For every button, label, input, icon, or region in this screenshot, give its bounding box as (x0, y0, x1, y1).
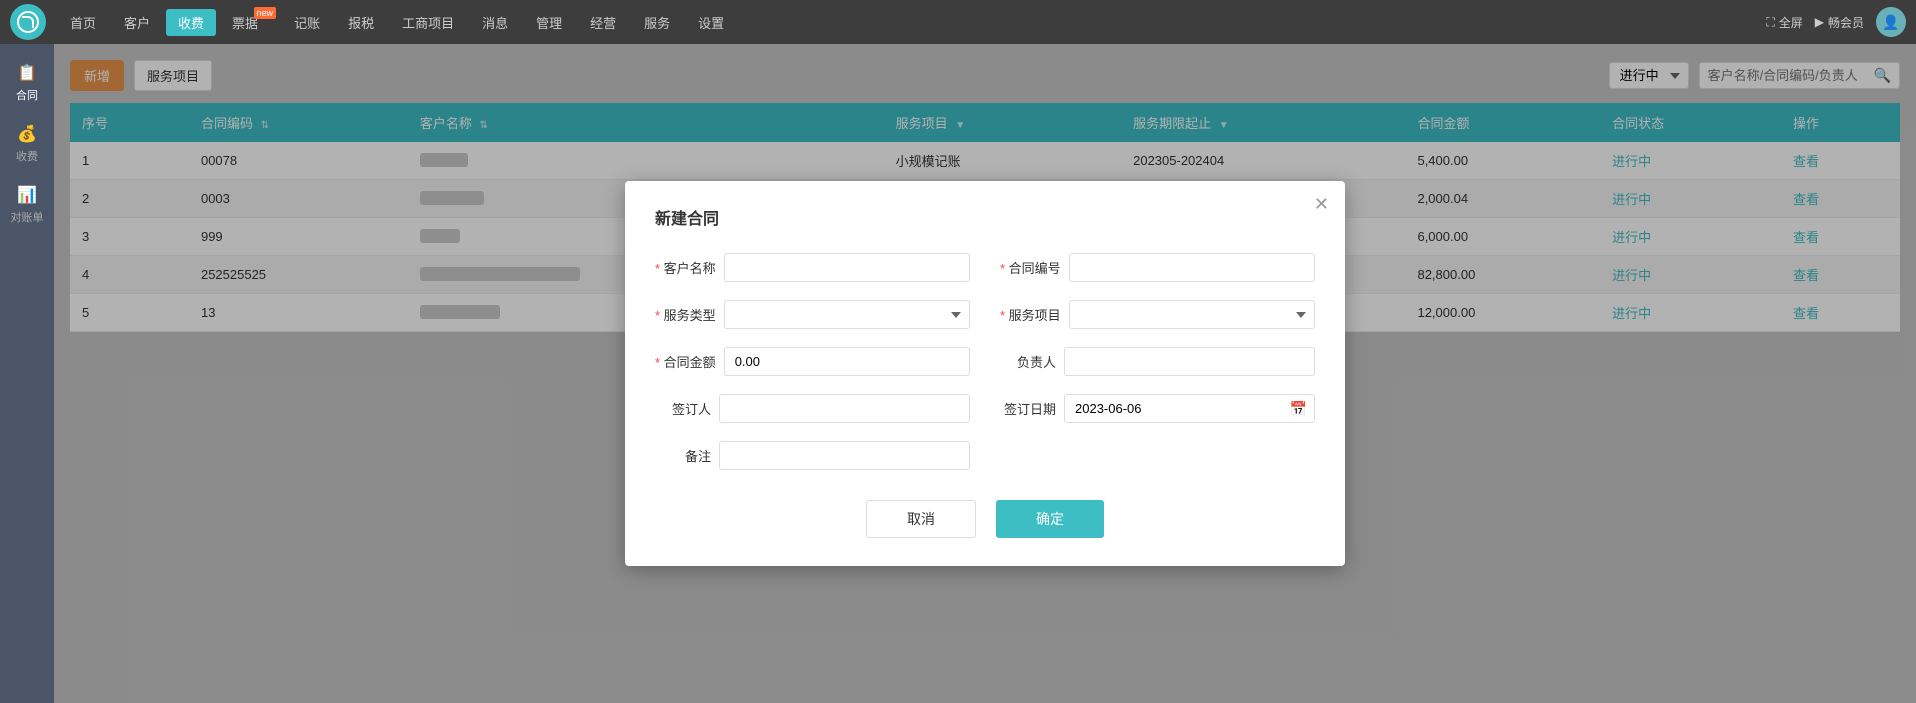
play-icon: ▶ (1815, 15, 1824, 29)
sign-date-input[interactable] (1064, 394, 1315, 423)
sidebar-item-charge[interactable]: 💰 收费 (2, 115, 52, 172)
member-button[interactable]: ▶ 畅会员 (1815, 14, 1864, 31)
form-row-4: 签订人 签订日期 📅 (655, 394, 1315, 423)
remarks-label: 备注 (655, 446, 711, 465)
responsible-person-input[interactable] (1064, 347, 1315, 376)
user-avatar[interactable]: 👤 (1876, 7, 1906, 37)
sidebar: 📋 合同 💰 收费 📊 对账单 (0, 44, 54, 703)
nav-item-business[interactable]: 工商项目 (390, 9, 466, 36)
calendar-icon[interactable]: 📅 (1290, 400, 1307, 417)
new-badge: new (254, 7, 277, 19)
sidebar-item-contract[interactable]: 📋 合同 (2, 54, 52, 111)
service-item-select[interactable] (1069, 300, 1315, 329)
nav-item-operation[interactable]: 经营 (578, 9, 628, 36)
field-contract-no: 合同编号 (1000, 253, 1315, 282)
fullscreen-icon: ⛶ (1766, 15, 1774, 30)
top-nav: 首页 客户 收费 票据 new 记账 报税 工商项目 消息 管理 经营 服务 设… (0, 0, 1916, 44)
nav-item-settings[interactable]: 设置 (686, 9, 736, 36)
signer-label: 签订人 (655, 399, 711, 418)
contract-icon: 📋 (16, 62, 38, 84)
nav-item-customer[interactable]: 客户 (112, 9, 162, 36)
content-area: 新增 服务项目 进行中已完成已终止 🔍 序号 合同编码 ⇅ 客户名称 (54, 44, 1916, 703)
field-service-item: 服务项目 (1000, 300, 1315, 329)
responsible-person-label: 负责人 (1000, 352, 1056, 371)
customer-name-label: 客户名称 (655, 258, 716, 277)
field-customer-name: 客户名称 (655, 253, 970, 282)
contract-no-input[interactable] (1069, 253, 1315, 282)
cancel-button[interactable]: 取消 (866, 500, 976, 538)
nav-item-tax[interactable]: 报税 (336, 9, 386, 36)
sign-date-label: 签订日期 (1000, 399, 1056, 418)
service-item-select-wrap (1069, 300, 1315, 329)
nav-item-accounting[interactable]: 记账 (282, 9, 332, 36)
field-service-type: 服务类型 (655, 300, 970, 329)
new-contract-modal: 新建合同 ✕ 客户名称 合同编号 服务类型 (625, 181, 1345, 566)
nav-item-charge[interactable]: 收费 (166, 9, 216, 36)
field-signer: 签订人 (655, 394, 970, 423)
app-logo[interactable] (10, 4, 46, 40)
fullscreen-button[interactable]: ⛶ 全屏 (1766, 14, 1802, 31)
statement-icon: 📊 (16, 184, 38, 206)
nav-item-bill[interactable]: 票据 new (220, 9, 278, 36)
customer-name-input[interactable] (724, 253, 970, 282)
sidebar-item-statement[interactable]: 📊 对账单 (2, 176, 52, 233)
nav-item-manage[interactable]: 管理 (524, 9, 574, 36)
sign-date-wrap: 📅 (1064, 394, 1315, 423)
remarks-input[interactable] (719, 441, 970, 470)
modal-close-button[interactable]: ✕ (1314, 195, 1329, 213)
form-row-3: 合同金额 负责人 (655, 347, 1315, 376)
nav-item-message[interactable]: 消息 (470, 9, 520, 36)
nav-right: ⛶ 全屏 ▶ 畅会员 👤 (1766, 7, 1906, 37)
nav-item-home[interactable]: 首页 (58, 9, 108, 36)
signer-input[interactable] (719, 394, 970, 423)
form-row-5: 备注 (655, 441, 1315, 470)
charge-icon: 💰 (16, 123, 38, 145)
modal-footer: 取消 确定 (655, 500, 1315, 538)
contract-no-label: 合同编号 (1000, 258, 1061, 277)
field-sign-date: 签订日期 📅 (1000, 394, 1315, 423)
modal-overlay[interactable]: 新建合同 ✕ 客户名称 合同编号 服务类型 (54, 44, 1916, 703)
service-type-select[interactable] (724, 300, 970, 329)
service-type-label: 服务类型 (655, 305, 716, 324)
contract-amount-input[interactable] (724, 347, 970, 376)
form-row-2: 服务类型 服务项目 (655, 300, 1315, 329)
field-responsible-person: 负责人 (1000, 347, 1315, 376)
service-item-label: 服务项目 (1000, 305, 1061, 324)
form-row-1: 客户名称 合同编号 (655, 253, 1315, 282)
main-layout: 📋 合同 💰 收费 📊 对账单 新增 服务项目 进行中已完成已终止 🔍 (0, 44, 1916, 703)
contract-amount-label: 合同金额 (655, 352, 716, 371)
field-contract-amount: 合同金额 (655, 347, 970, 376)
field-remarks: 备注 (655, 441, 970, 470)
modal-title: 新建合同 (655, 205, 1315, 229)
confirm-button[interactable]: 确定 (996, 500, 1104, 538)
nav-item-service[interactable]: 服务 (632, 9, 682, 36)
service-type-select-wrap (724, 300, 970, 329)
